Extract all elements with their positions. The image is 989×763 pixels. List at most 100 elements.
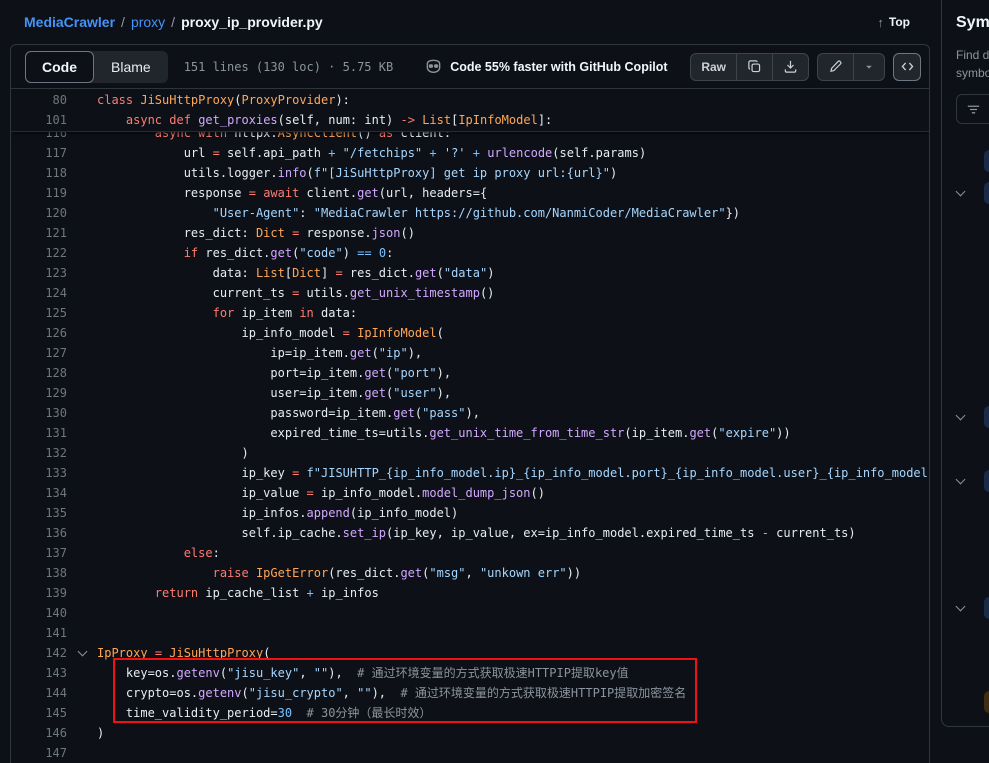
line-number-127[interactable]: 127 [11,343,67,363]
line-number-80[interactable]: 80 [11,90,67,110]
code-text: IpProxy = JiSuHttpProxy( [97,643,270,663]
line-number-126[interactable]: 126 [11,323,67,343]
code-text: async with httpx.AsyncClient() as client… [97,132,451,143]
symbols-filter-input[interactable] [956,94,989,124]
chevron-down-icon[interactable] [956,411,966,421]
symbol-kind-chip [984,406,989,428]
line-number-118[interactable]: 118 [11,163,67,183]
code-text: key=os.getenv("jisu_key", ""), # 通过环境变量的… [97,663,629,683]
code-text: ) [97,443,249,463]
line-number-141[interactable]: 141 [11,623,67,643]
code-text: ip_value = ip_info_model.model_dump_json… [97,483,545,503]
code-line-136: 136 self.ip_cache.set_ip(ip_key, ip_valu… [11,523,929,543]
code-line-116: 116 async with httpx.AsyncClient() as cl… [11,132,929,143]
line-number-133[interactable]: 133 [11,463,67,483]
code-line-131: 131 expired_time_ts=utils.get_unix_time_… [11,423,929,443]
line-number-143[interactable]: 143 [11,663,67,683]
code-text: current_ts = utils.get_unix_timestamp() [97,283,494,303]
chevron-down-icon[interactable] [956,602,966,612]
line-number-117[interactable]: 117 [11,143,67,163]
line-number-132[interactable]: 132 [11,443,67,463]
line-number-140[interactable]: 140 [11,603,67,623]
code-line-122: 122 if res_dict.get("code") == 0: [11,243,929,263]
copilot-icon [425,58,442,75]
line-number-129[interactable]: 129 [11,383,67,403]
code-line-80: 80 class JiSuHttpProxy(ProxyProvider): [11,90,929,110]
code-text: self.ip_cache.set_ip(ip_key, ip_value, e… [97,523,856,543]
symbol-row[interactable] [942,470,989,492]
edit-dropdown-button[interactable] [853,54,884,80]
line-number-128[interactable]: 128 [11,363,67,383]
code-text: else: [97,543,220,563]
symbol-row[interactable] [942,150,989,172]
code-line-132: 132 ) [11,443,929,463]
raw-button[interactable]: Raw [691,54,736,80]
code-text: class JiSuHttpProxy(ProxyProvider): [97,90,350,110]
line-number-121[interactable]: 121 [11,223,67,243]
line-number-134[interactable]: 134 [11,483,67,503]
copilot-banner-text: Code 55% faster with GitHub Copilot [450,60,667,74]
chevron-down-icon[interactable] [956,475,966,485]
copy-button[interactable] [736,54,772,80]
scroll-to-top-button[interactable]: ↑ Top [877,15,910,30]
code-lines: 117 url = self.api_path + "/fetchips" + … [11,143,929,763]
chevron-down-icon[interactable] [956,187,966,197]
line-number-142[interactable]: 142 [11,643,67,663]
line-number-122[interactable]: 122 [11,243,67,263]
symbol-kind-chip [984,691,989,713]
code-text: expired_time_ts=utils.get_unix_time_from… [97,423,791,443]
breadcrumb-separator: / [165,14,181,30]
line-number-119[interactable]: 119 [11,183,67,203]
edit-button[interactable] [818,54,853,80]
download-icon [783,59,798,74]
code-text: user=ip_item.get("user"), [97,383,451,403]
symbol-kind-chip [984,470,989,492]
code-text: ) [97,723,104,743]
breadcrumb-dir-link[interactable]: proxy [131,14,165,30]
symbol-kind-chip [984,597,989,619]
line-number-101[interactable]: 101 [11,110,67,130]
code-line-123: 123 data: List[Dict] = res_dict.get("dat… [11,263,929,283]
copy-icon [747,59,762,74]
tab-blame[interactable]: Blame [94,51,168,83]
code-editor-area: 80 class JiSuHttpProxy(ProxyProvider): 101… [11,89,929,763]
line-number-139[interactable]: 139 [11,583,67,603]
code-text: return ip_cache_list + ip_infos [97,583,379,603]
symbol-kind-chip [984,150,989,172]
line-number-120[interactable]: 120 [11,203,67,223]
line-number-131[interactable]: 131 [11,423,67,443]
breadcrumb-repo-link[interactable]: MediaCrawler [24,14,115,30]
code-line-140: 140 [11,603,929,623]
line-number-147[interactable]: 147 [11,743,67,763]
code-line-124: 124 current_ts = utils.get_unix_timestam… [11,283,929,303]
collapse-chevron-icon[interactable] [67,651,97,655]
symbols-panel-toggle-button[interactable] [893,53,921,81]
file-toolbar: Code Blame 151 lines (130 loc) · 5.75 KB… [11,45,929,89]
code-line-137: 137 else: [11,543,929,563]
line-number-145[interactable]: 145 [11,703,67,723]
symbol-kind-chip [984,182,989,204]
top-link-label: Top [889,15,910,29]
symbol-row[interactable] [942,182,989,204]
symbols-panel: Symbols Find definitions and references … [941,0,989,727]
line-number-135[interactable]: 135 [11,503,67,523]
line-number-130[interactable]: 130 [11,403,67,423]
tab-code[interactable]: Code [25,51,94,83]
line-number-144[interactable]: 144 [11,683,67,703]
code-text: url = self.api_path + "/fetchips" + '?' … [97,143,646,163]
line-number-116[interactable]: 116 [11,132,67,143]
download-button[interactable] [772,54,808,80]
symbol-row[interactable] [942,691,989,713]
line-number-137[interactable]: 137 [11,543,67,563]
symbol-row[interactable] [942,597,989,619]
code-blame-switch: Code Blame [25,51,168,83]
code-line-145: 145 time_validity_period=30 # 30分钟（最长时效） [11,703,929,723]
line-number-124[interactable]: 124 [11,283,67,303]
line-number-123[interactable]: 123 [11,263,67,283]
line-number-125[interactable]: 125 [11,303,67,323]
line-number-136[interactable]: 136 [11,523,67,543]
code-text: if res_dict.get("code") == 0: [97,243,393,263]
line-number-138[interactable]: 138 [11,563,67,583]
line-number-146[interactable]: 146 [11,723,67,743]
symbol-row[interactable] [942,406,989,428]
